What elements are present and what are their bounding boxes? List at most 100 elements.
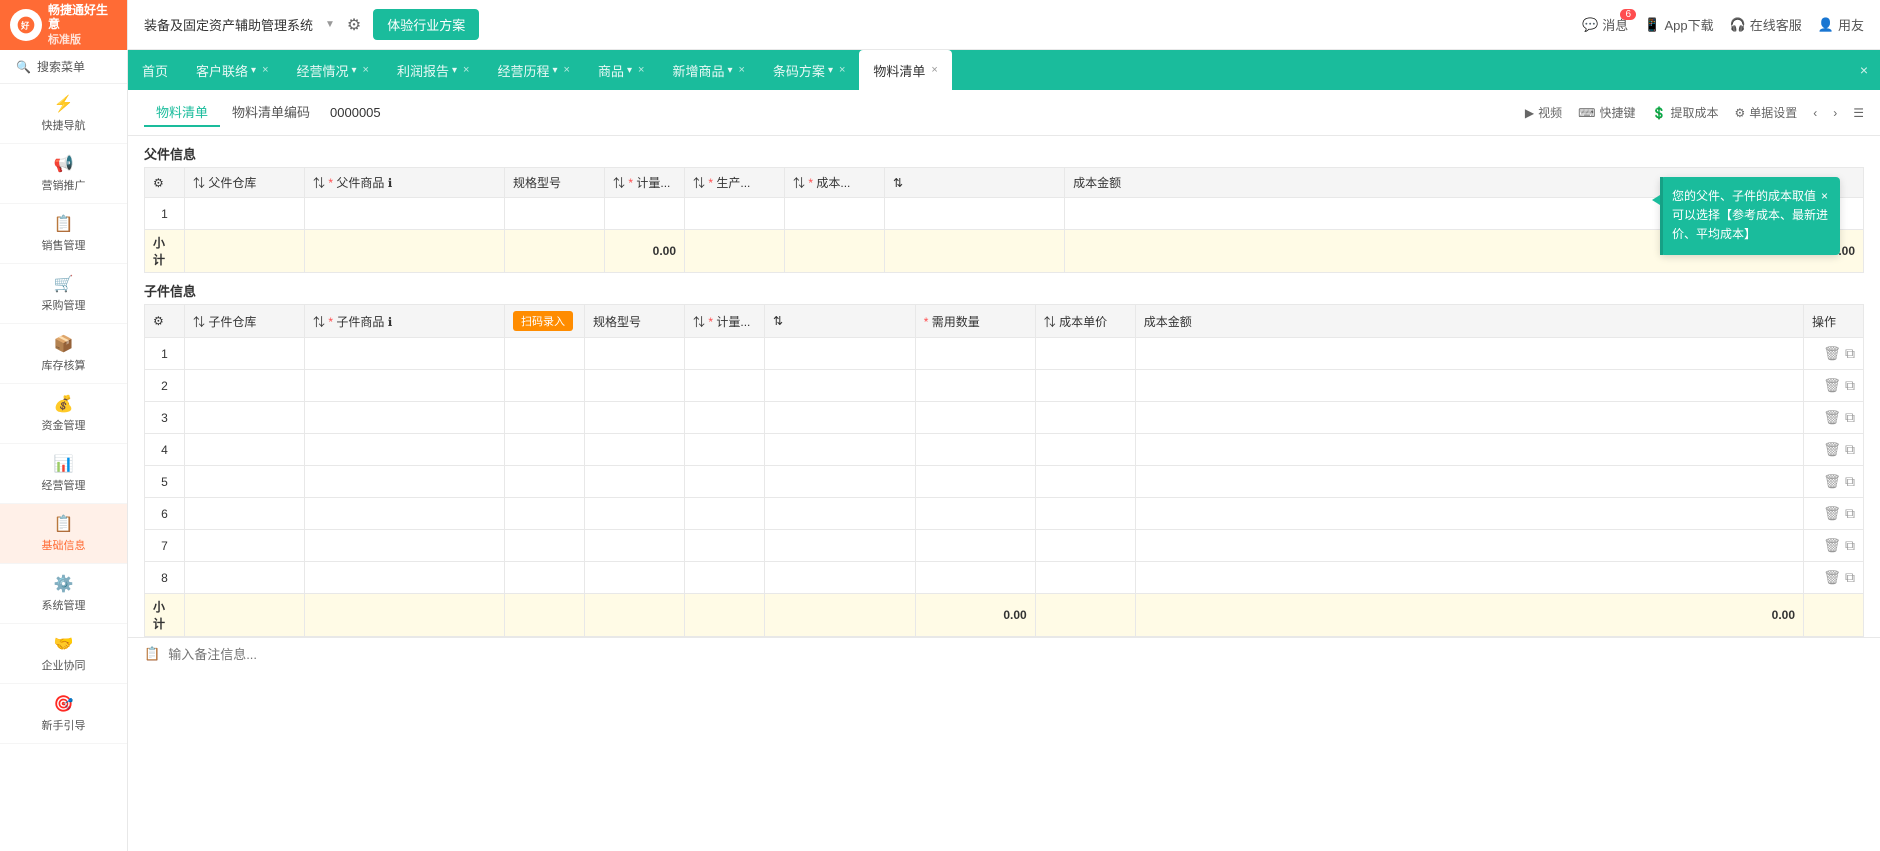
tab-operations-history-close[interactable]: × (564, 64, 570, 76)
trial-button[interactable]: 体验行业方案 (373, 9, 479, 40)
child-col-settings[interactable]: ⚙ (145, 305, 185, 338)
app-download-btn[interactable]: 📱 App下载 (1644, 15, 1713, 34)
child-row-6-delete-icon[interactable]: 🗑 (1823, 505, 1841, 522)
child-row-4-spec[interactable] (585, 434, 685, 466)
child-row-8-spec[interactable] (585, 562, 685, 594)
parent-row-1-product[interactable] (305, 198, 505, 230)
child-row-8-scan[interactable] (505, 562, 585, 594)
cost-btn[interactable]: 💲 提取成本 (1651, 104, 1718, 121)
child-unit-sort[interactable]: ⇅ (693, 315, 705, 329)
tab-products[interactable]: 商品 ▾ × (584, 50, 658, 90)
child-row-1-extra[interactable] (765, 338, 916, 370)
child-row-4-warehouse[interactable] (185, 434, 305, 466)
sub-tab-bom-code[interactable]: 物料清单编码 (220, 98, 322, 127)
tab-products-close[interactable]: × (638, 64, 644, 76)
child-row-8-warehouse[interactable] (185, 562, 305, 594)
child-row-6-qty[interactable] (915, 498, 1035, 530)
child-row-8-copy-icon[interactable]: ⧉ (1845, 569, 1855, 586)
parent-warehouse-sort[interactable]: ⇅ (193, 176, 205, 190)
tab-bom[interactable]: 物料清单 × (859, 50, 951, 90)
child-row-2-warehouse[interactable] (185, 370, 305, 402)
child-row-5-unit[interactable] (685, 466, 765, 498)
child-row-3-unit-price[interactable] (1035, 402, 1135, 434)
parent-col-settings[interactable]: ⚙ (145, 168, 185, 198)
parent-product-sort[interactable]: ⇅ (313, 176, 325, 190)
tab-barcode[interactable]: 条码方案 ▾ × (759, 50, 859, 90)
child-warehouse-sort[interactable]: ⇅ (193, 315, 205, 329)
child-row-4-extra[interactable] (765, 434, 916, 466)
child-row-6-unit[interactable] (685, 498, 765, 530)
child-extra-sort[interactable]: ⇅ (773, 314, 783, 328)
child-row-1-unit-price[interactable] (1035, 338, 1135, 370)
tab-new-product-close[interactable]: × (738, 64, 744, 76)
tab-new-product[interactable]: 新增商品 ▾ × (658, 50, 758, 90)
layout-btn[interactable]: ☰ (1853, 106, 1864, 120)
parent-produce-sort[interactable]: ⇅ (693, 176, 705, 190)
child-row-1-qty[interactable] (915, 338, 1035, 370)
child-row-4-qty[interactable] (915, 434, 1035, 466)
parent-row-1-warehouse[interactable] (185, 198, 305, 230)
sidebar-item-quick-nav[interactable]: ⚡ 快捷导航 (0, 84, 127, 144)
child-row-3-spec[interactable] (585, 402, 685, 434)
child-row-7-extra[interactable] (765, 530, 916, 562)
child-row-1-spec[interactable] (585, 338, 685, 370)
system-dropdown-icon[interactable]: ▼ (325, 19, 335, 30)
sidebar-item-guide[interactable]: 🎯 新手引导 (0, 684, 127, 744)
child-row-7-qty[interactable] (915, 530, 1035, 562)
sidebar-item-purchase[interactable]: 🛒 采购管理 (0, 264, 127, 324)
child-row-8-extra[interactable] (765, 562, 916, 594)
child-row-5-copy-icon[interactable]: ⧉ (1845, 473, 1855, 490)
nav-close-all[interactable]: × (1848, 62, 1880, 78)
child-row-3-delete-icon[interactable]: 🗑 (1823, 409, 1841, 426)
parent-row-1-unit[interactable] (605, 198, 685, 230)
child-row-4-product[interactable] (305, 434, 505, 466)
user-btn[interactable]: 👤 用友 (1818, 15, 1864, 34)
child-row-2-spec[interactable] (585, 370, 685, 402)
shortcut-btn[interactable]: ⌨ 快捷键 (1578, 104, 1635, 121)
child-row-6-product[interactable] (305, 498, 505, 530)
child-row-8-unit[interactable] (685, 562, 765, 594)
child-row-1-unit[interactable] (685, 338, 765, 370)
sidebar-item-marketing[interactable]: 📢 营销推广 (0, 144, 127, 204)
nav-next-btn[interactable]: › (1833, 106, 1837, 120)
child-row-8-unit-price[interactable] (1035, 562, 1135, 594)
child-row-7-unit-price[interactable] (1035, 530, 1135, 562)
single-settings-btn[interactable]: ⚙ 单据设置 (1734, 104, 1797, 121)
tooltip-close-btn[interactable]: × (1821, 187, 1828, 206)
child-row-7-spec[interactable] (585, 530, 685, 562)
note-input[interactable] (168, 647, 1864, 662)
child-row-4-copy-icon[interactable]: ⧉ (1845, 441, 1855, 458)
child-row-7-copy-icon[interactable]: ⧉ (1845, 537, 1855, 554)
child-product-sort[interactable]: ⇅ (313, 315, 325, 329)
child-row-3-product[interactable] (305, 402, 505, 434)
child-row-5-extra[interactable] (765, 466, 916, 498)
child-row-5-spec[interactable] (585, 466, 685, 498)
parent-row-1-extra[interactable] (885, 198, 1065, 230)
child-row-8-qty[interactable] (915, 562, 1035, 594)
sidebar-item-operations[interactable]: 📊 经营管理 (0, 444, 127, 504)
child-row-5-scan[interactable] (505, 466, 585, 498)
child-row-2-product[interactable] (305, 370, 505, 402)
parent-row-1-spec[interactable] (505, 198, 605, 230)
child-row-2-scan[interactable] (505, 370, 585, 402)
child-row-6-copy-icon[interactable]: ⧉ (1845, 505, 1855, 522)
child-row-1-scan[interactable] (505, 338, 585, 370)
child-row-4-delete-icon[interactable]: 🗑 (1823, 441, 1841, 458)
child-row-7-scan[interactable] (505, 530, 585, 562)
child-row-2-unit[interactable] (685, 370, 765, 402)
child-row-2-unit-price[interactable] (1035, 370, 1135, 402)
child-row-2-qty[interactable] (915, 370, 1035, 402)
child-unit-price-sort[interactable]: ⇅ (1044, 315, 1056, 329)
sub-tab-bom-list[interactable]: 物料清单 (144, 98, 220, 127)
child-row-3-warehouse[interactable] (185, 402, 305, 434)
child-row-6-extra[interactable] (765, 498, 916, 530)
child-row-5-warehouse[interactable] (185, 466, 305, 498)
child-row-8-product[interactable] (305, 562, 505, 594)
child-row-3-scan[interactable] (505, 402, 585, 434)
child-row-1-delete-icon[interactable]: 🗑 (1823, 345, 1841, 362)
child-row-3-unit[interactable] (685, 402, 765, 434)
child-row-6-spec[interactable] (585, 498, 685, 530)
sidebar-item-system[interactable]: ⚙️ 系统管理 (0, 564, 127, 624)
message-btn[interactable]: 💬 消息 6 (1582, 15, 1628, 34)
nav-prev-btn[interactable]: ‹ (1813, 106, 1817, 120)
